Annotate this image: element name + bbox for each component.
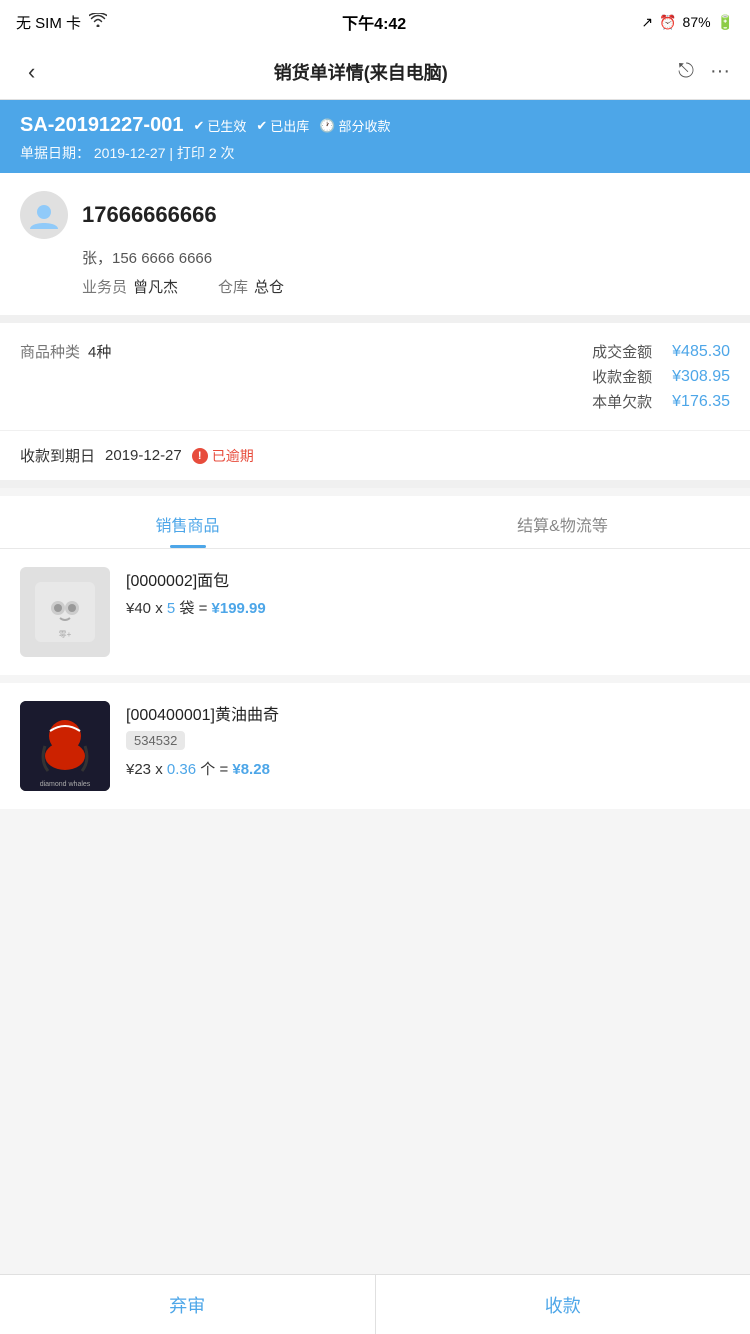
owed-row: 本单欠款 ¥176.35 [592,391,730,412]
received-row: 收款金额 ¥308.95 [592,366,730,387]
summary-section: 商品种类 4种 成交金额 ¥485.30 收款金额 ¥308.95 本单欠款 ¥… [0,323,750,430]
unit-2: 个 [200,761,215,778]
owed-value: ¥176.35 [672,393,730,411]
nav-actions: ⎋ ··· [678,60,730,83]
overdue-badge: ! 已逾期 [192,446,254,466]
customer-section: 17666666666 张，156 6666 6666 业务员 曾凡杰 仓库 总… [0,173,750,315]
svg-text:diamond whales: diamond whales [40,781,91,788]
clock-icon: 🕐 [319,118,335,134]
svg-text:零+: 零+ [59,630,72,639]
wifi-icon [89,13,107,31]
nav-bar: ‹ 销货单详情(来自电脑) ⎋ ··· [0,44,750,100]
page-title: 销货单详情(来自电脑) [274,59,448,85]
order-date: 2019-12-27 [94,145,166,161]
product-price-2: ¥23 x 0.36 个 = ¥8.28 [126,758,730,779]
product-item-1: 零+ [0000002]面包 ¥40 x 5 袋 = ¥199.99 [0,549,750,675]
product-thumb-1: 零+ [20,567,110,657]
share-icon[interactable]: ⎋ [678,60,694,83]
customer-info: 张，156 6666 6666 [82,247,730,268]
product-sku-2: 534532 [126,731,185,750]
status-right: ↗ ⏰ 87% 🔋 [641,14,734,31]
amount-label: 成交金额 [592,341,652,362]
owed-label: 本单欠款 [592,391,652,412]
divider-1 [0,315,750,323]
status-tag-partial: 🕐 部分收款 [319,116,390,135]
due-date: 2019-12-27 [105,447,182,464]
unit-price-1: ¥40 [126,600,151,617]
warehouse-name: 总仓 [254,276,284,297]
alarm-icon: ⏰ [659,14,676,31]
tabs: 销售商品 结算&物流等 [0,496,750,548]
check-icon-2: ✔ [256,118,267,134]
total-1: ¥199.99 [212,600,266,617]
status-tag-effective: ✔ 已生效 [193,116,246,135]
qty-1: 5 [167,600,175,617]
status-tag-shipped: ✔ 已出库 [256,116,309,135]
amount-row: 成交金额 ¥485.30 [592,341,730,362]
due-section: 收款到期日 2019-12-27 ! 已逾期 [0,430,750,480]
order-id: SA-20191227-001 [20,114,183,137]
location-icon: ↗ [641,14,653,31]
banner-top: SA-20191227-001 ✔ 已生效 ✔ 已出库 🕐 部分收款 [20,114,730,137]
carrier-label: 无 SIM 卡 [16,12,81,33]
product-count-value: 4种 [88,341,111,362]
summary-grid: 商品种类 4种 成交金额 ¥485.30 收款金额 ¥308.95 本单欠款 ¥… [20,341,730,412]
status-tags: ✔ 已生效 ✔ 已出库 🕐 部分收款 [193,116,390,135]
overdue-label: 已逾期 [212,446,254,466]
product-list: 零+ [0000002]面包 ¥40 x 5 袋 = ¥199.99 [0,549,750,809]
total-2: ¥8.28 [232,761,270,778]
overdue-icon: ! [192,448,208,464]
product-item-2: diamond whales [000400001]黄油曲奇 534532 ¥2… [0,683,750,809]
summary-left: 商品种类 4种 [20,341,111,362]
sales-name: 曾凡杰 [133,276,178,297]
warehouse-info: 仓库 总仓 [218,276,284,297]
warehouse-label: 仓库 [218,276,248,297]
product-thumb-2: diamond whales [20,701,110,791]
qty-2: 0.36 [167,761,196,778]
back-button[interactable]: ‹ [20,51,43,93]
summary-right: 成交金额 ¥485.30 收款金额 ¥308.95 本单欠款 ¥176.35 [592,341,730,412]
product-info-2: [000400001]黄油曲奇 534532 ¥23 x 0.36 个 = ¥8… [126,701,730,779]
status-time: 下午4:42 [342,10,406,34]
battery-label: 87% [683,14,711,30]
product-name-2: [000400001]黄油曲奇 [126,701,730,725]
collect-button[interactable]: 收款 [376,1275,750,1334]
unit-1: 袋 [179,600,194,617]
more-icon[interactable]: ··· [710,60,730,83]
customer-top: 17666666666 [20,191,730,239]
customer-meta: 业务员 曾凡杰 仓库 总仓 [82,276,730,297]
due-label: 收款到期日 [20,445,95,466]
product-count-row: 商品种类 4种 [20,341,111,362]
tab-products[interactable]: 销售商品 [0,496,375,548]
received-value: ¥308.95 [672,368,730,386]
check-icon-1: ✔ [193,118,204,134]
banner-bottom: 单据日期： 2019-12-27 | 打印 2 次 [20,143,730,163]
tab-settlement[interactable]: 结算&物流等 [375,496,750,548]
battery-icon: 🔋 [717,14,734,31]
bottom-spacer [0,817,750,885]
bottom-bar: 弃审 收款 [0,1274,750,1334]
status-left: 无 SIM 卡 [16,12,107,33]
product-price-1: ¥40 x 5 袋 = ¥199.99 [126,597,730,618]
avatar [20,191,68,239]
date-label: 单据日期： [20,145,90,161]
order-banner: SA-20191227-001 ✔ 已生效 ✔ 已出库 🕐 部分收款 单据日期：… [0,100,750,173]
tabs-section: 销售商品 结算&物流等 [0,496,750,549]
product-name-1: [0000002]面包 [126,567,730,591]
print-info: | 打印 2 次 [169,145,234,161]
received-label: 收款金额 [592,366,652,387]
customer-account-id: 17666666666 [82,202,217,228]
divider-2 [0,480,750,488]
status-bar: 无 SIM 卡 下午4:42 ↗ ⏰ 87% 🔋 [0,0,750,44]
unit-price-2: ¥23 [126,761,151,778]
sales-label: 业务员 [82,276,127,297]
product-count-label: 商品种类 [20,341,80,362]
amount-value: ¥485.30 [672,343,730,361]
sales-info: 业务员 曾凡杰 [82,276,178,297]
cancel-button[interactable]: 弃审 [0,1275,376,1334]
product-info-1: [0000002]面包 ¥40 x 5 袋 = ¥199.99 [126,567,730,618]
